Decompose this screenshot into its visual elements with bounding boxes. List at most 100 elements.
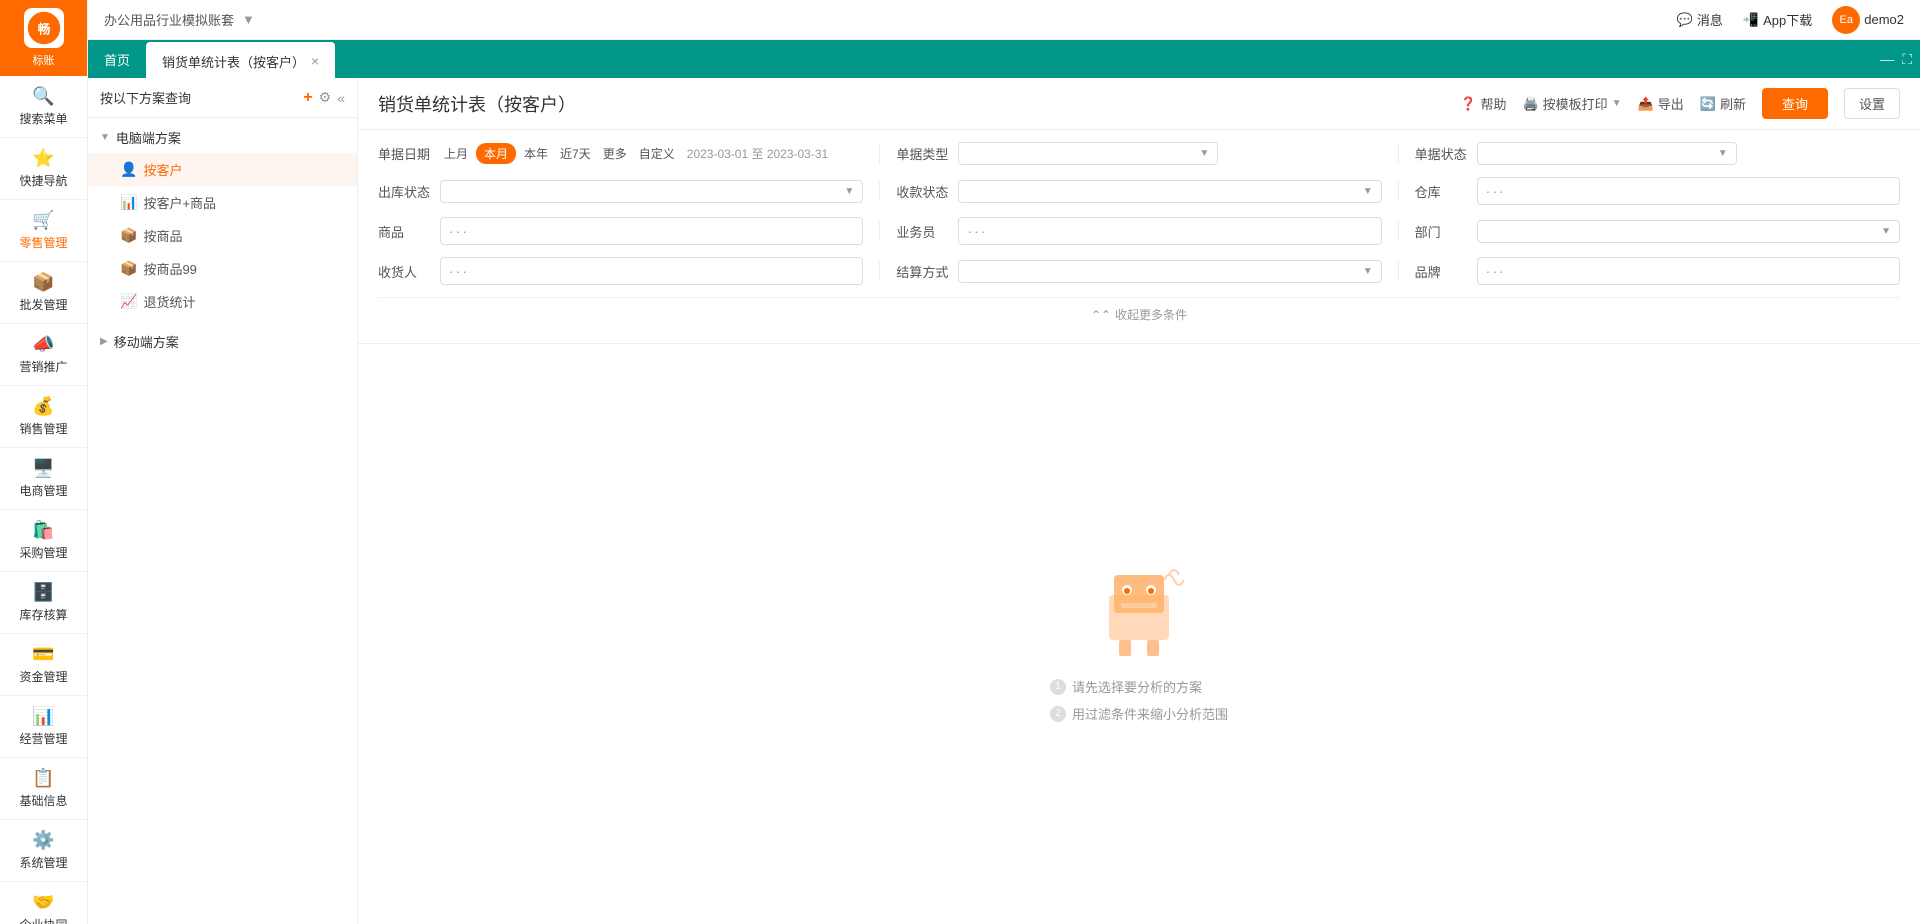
goods-select[interactable]: ··· [440, 217, 863, 245]
receiver-dots[interactable]: ··· [449, 263, 469, 279]
right-panel: 销货单统计表（按客户） ❓ 帮助 🖨️ 按模板打印 ▼ 📤 [358, 78, 1920, 924]
scheme-group-desktop[interactable]: ▼ 电脑端方案 [88, 122, 357, 153]
query-button[interactable]: 查询 [1762, 88, 1828, 119]
sidebar-item-sales-label: 销售管理 [19, 420, 67, 437]
top-header: 办公用品行业模拟账套 ▼ 💬 消息 📲 App下载 Ea demo2 [88, 0, 1920, 40]
date-shortcut-more[interactable]: 更多 [599, 143, 631, 164]
filter-divider-1 [879, 144, 880, 164]
template-print-btn[interactable]: 🖨️ 按模板打印 ▼ [1522, 94, 1621, 113]
date-shortcut-7days[interactable]: 近7天 [556, 143, 595, 164]
sales-tab-label: 销货单统计表（按客户） [162, 52, 305, 71]
salesperson-select[interactable]: ··· [958, 217, 1381, 245]
scheme-section-desktop: ▼ 电脑端方案 👤 按客户 📊 按客户+商品 📦 按商品 📦 按商 [88, 118, 357, 322]
scheme-item-by-goods[interactable]: 📦 按商品 [88, 219, 357, 252]
filter-warehouse: 仓库 ··· [1415, 177, 1900, 205]
scheme-item-by-customer-goods[interactable]: 📊 按客户+商品 [88, 186, 357, 219]
help-btn[interactable]: ❓ 帮助 [1460, 94, 1506, 113]
operations-icon: 📊 [32, 706, 54, 727]
tab-maximize-icon[interactable]: ⛶ [1902, 51, 1912, 68]
brand-dots[interactable]: ··· [1486, 263, 1506, 279]
enterprise-icon: 🤝 [32, 892, 54, 913]
order-type-select[interactable]: ▼ [958, 142, 1218, 165]
collapse-panel-icon[interactable]: « [337, 90, 345, 106]
scheme-item-by-goods-99-label: 按商品99 [143, 259, 196, 278]
refresh-icon: 🔄 [1700, 96, 1716, 112]
search-icon: 🔍 [32, 86, 54, 107]
sidebar-item-sales[interactable]: 💰 销售管理 [0, 386, 87, 448]
date-shortcut-thismonth[interactable]: 本月 [476, 143, 516, 164]
department-select[interactable]: ▼ [1477, 220, 1900, 243]
message-action[interactable]: 💬 消息 [1677, 10, 1723, 29]
filter-divider-6 [1398, 221, 1399, 241]
tab-close-icon[interactable]: × [311, 53, 319, 69]
settings-scheme-icon[interactable]: ⚙ [319, 89, 332, 106]
salesperson-label: 业务员 [896, 222, 952, 241]
sidebar-item-wholesale[interactable]: 📦 批发管理 [0, 262, 87, 324]
shipping-select[interactable]: ▼ [440, 180, 863, 203]
export-btn[interactable]: 📤 导出 [1638, 94, 1684, 113]
payment-select[interactable]: ▼ [958, 180, 1381, 203]
user-action[interactable]: Ea demo2 [1832, 6, 1904, 34]
brand-select[interactable]: ··· [1477, 257, 1900, 285]
date-shortcut-thisyear[interactable]: 本年 [520, 143, 552, 164]
order-type-label: 单据类型 [896, 144, 952, 163]
group-desktop-label: 电脑端方案 [116, 128, 181, 147]
sidebar-item-enterprise[interactable]: 🤝 企业协同 [0, 882, 87, 924]
collapse-row[interactable]: ⌃⌃ 收起更多条件 [378, 297, 1900, 331]
sidebar-item-basic-label: 基础信息 [19, 792, 67, 809]
settlement-label: 结算方式 [896, 262, 952, 281]
date-shortcut-custom[interactable]: 自定义 [635, 143, 679, 164]
sidebar-item-operations[interactable]: 📊 经营管理 [0, 696, 87, 758]
filter-divider-4 [1398, 181, 1399, 201]
tab-sales-stats[interactable]: 销货单统计表（按客户） × [146, 42, 335, 80]
settlement-select[interactable]: ▼ [958, 260, 1381, 283]
payment-label: 收款状态 [896, 182, 952, 201]
settings-button[interactable]: 设置 [1844, 88, 1900, 119]
sidebar-item-purchase[interactable]: 🛍️ 采购管理 [0, 510, 87, 572]
filter-divider-2 [1398, 144, 1399, 164]
sidebar-item-ecommerce-label: 电商管理 [19, 482, 67, 499]
scheme-item-by-customer[interactable]: 👤 按客户 [88, 153, 357, 186]
sidebar-item-inventory[interactable]: 🗄️ 库存核算 [0, 572, 87, 634]
add-scheme-icon[interactable]: + [303, 89, 312, 107]
appdownload-action[interactable]: 📲 App下载 [1743, 10, 1812, 29]
empty-state: 1 请先选择要分析的方案 2 用过滤条件来缩小分析范围 [358, 344, 1920, 924]
receiver-select[interactable]: ··· [440, 257, 863, 285]
template-print-arrow: ▼ [1612, 98, 1622, 109]
page-action-bar: ❓ 帮助 🖨️ 按模板打印 ▼ 📤 导出 � [1460, 88, 1900, 119]
brand-label: 品牌 [1415, 262, 1471, 281]
sidebar-item-basic[interactable]: 📋 基础信息 [0, 758, 87, 820]
tab-home[interactable]: 首页 [88, 40, 146, 78]
scheme-section-mobile: ▶ 移动端方案 [88, 322, 357, 361]
order-status-select[interactable]: ▼ [1477, 142, 1737, 165]
user-initials: Ea [1840, 14, 1853, 26]
filter-date: 单据日期 上月 本月 本年 近7天 更多 自定义 2023-03-01 至 20… [378, 143, 863, 164]
sidebar-item-ecommerce[interactable]: 🖥️ 电商管理 [0, 448, 87, 510]
sidebar-item-search[interactable]: 🔍 搜索菜单 [0, 76, 87, 138]
order-type-chevron: ▼ [1199, 148, 1209, 159]
refresh-btn[interactable]: 🔄 刷新 [1700, 94, 1746, 113]
filter-shipping: 出库状态 ▼ [378, 180, 863, 203]
scheme-item-by-goods-99[interactable]: 📦 按商品99 [88, 252, 357, 285]
receiver-label: 收货人 [378, 262, 434, 281]
salesperson-dots[interactable]: ··· [967, 223, 987, 239]
goods-dots[interactable]: ··· [449, 223, 469, 239]
main-content: 办公用品行业模拟账套 ▼ 💬 消息 📲 App下载 Ea demo2 首页 [88, 0, 1920, 924]
industry-dropdown-icon[interactable]: ▼ [242, 12, 255, 27]
scheme-group-mobile[interactable]: ▶ 移动端方案 [88, 326, 357, 357]
sidebar-logo[interactable]: 畅 标账 [0, 0, 88, 76]
warehouse-label: 仓库 [1415, 182, 1471, 201]
filter-order-status: 单据状态 ▼ [1415, 142, 1900, 165]
sidebar-item-quicknav[interactable]: ⭐ 快捷导航 [0, 138, 87, 200]
warehouse-select[interactable]: ··· [1477, 177, 1900, 205]
hint-text-2: 用过滤条件来缩小分析范围 [1072, 704, 1228, 723]
sidebar-item-finance[interactable]: 💳 资金管理 [0, 634, 87, 696]
scheme-item-return-stats[interactable]: 📈 退货统计 [88, 285, 357, 318]
sidebar-item-system[interactable]: ⚙️ 系统管理 [0, 820, 87, 882]
tab-minimize-icon[interactable]: — [1880, 51, 1894, 67]
date-shortcut-lastmonth[interactable]: 上月 [440, 143, 472, 164]
hint-item-2: 2 用过滤条件来缩小分析范围 [1050, 704, 1228, 723]
warehouse-dots[interactable]: ··· [1486, 183, 1506, 199]
sidebar-item-marketing[interactable]: 📣 营销推广 [0, 324, 87, 386]
sidebar-item-retail[interactable]: 🛒 零售管理 [0, 200, 87, 262]
